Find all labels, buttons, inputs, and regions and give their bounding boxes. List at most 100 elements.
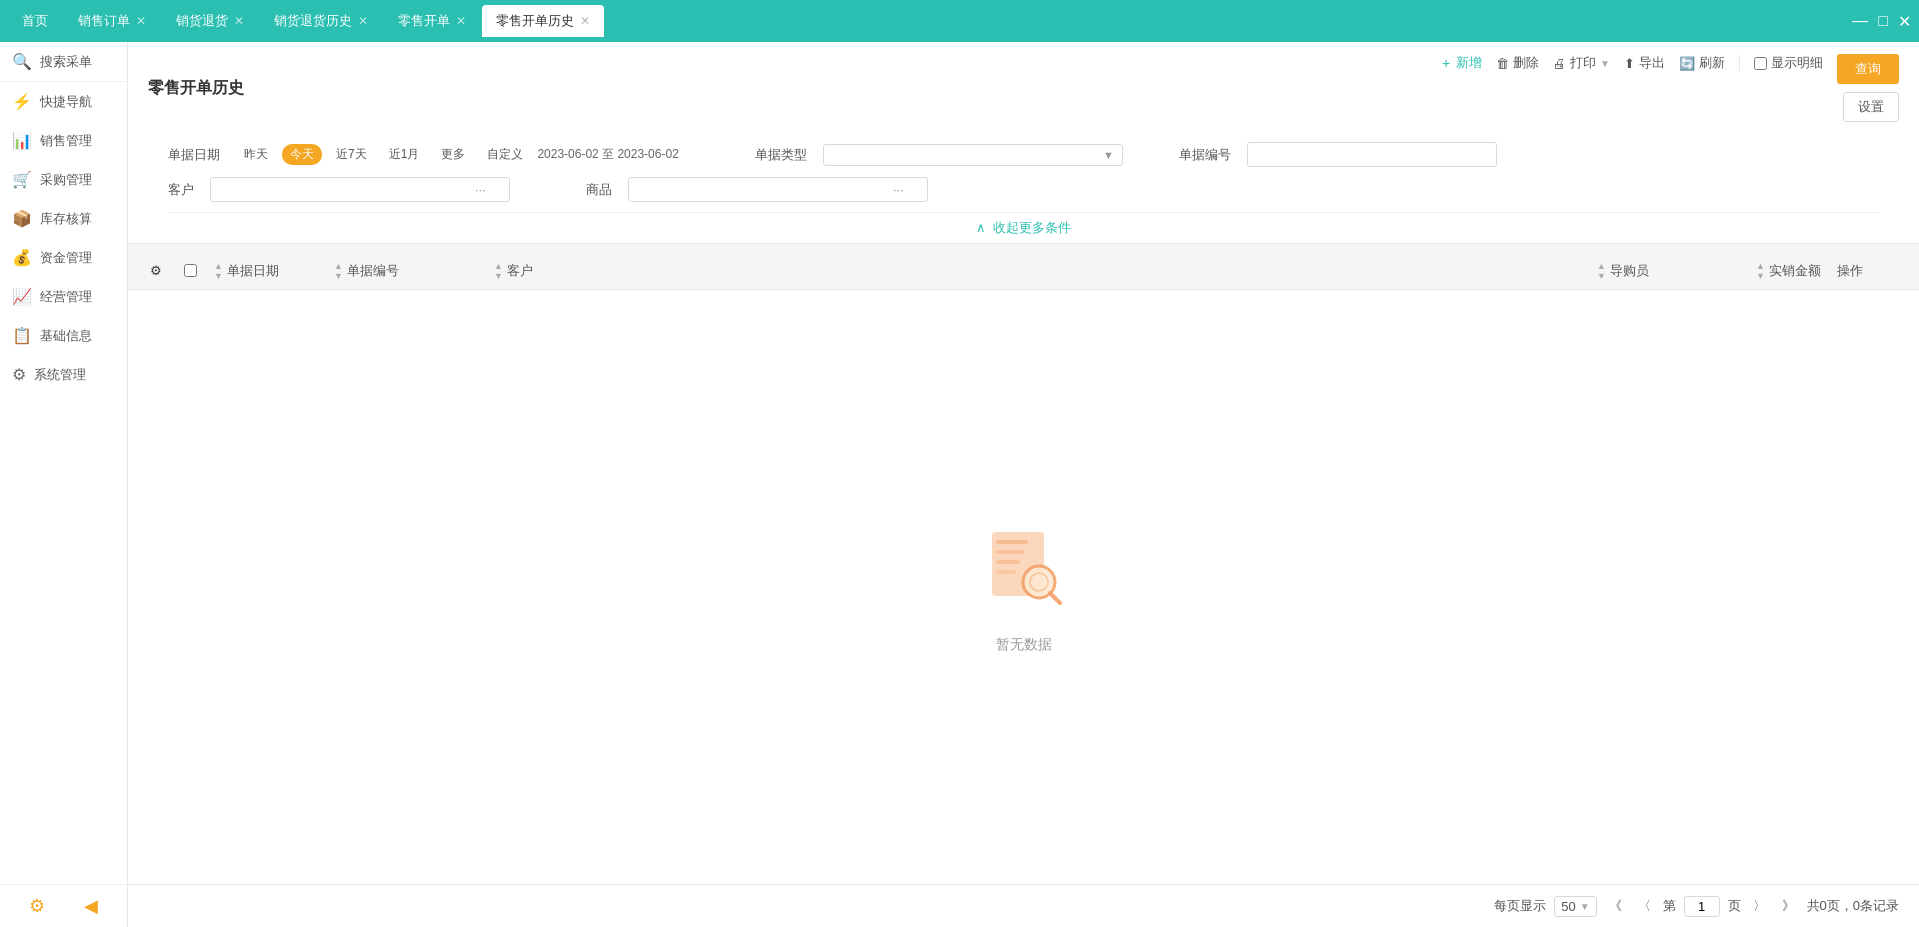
th-guide[interactable]: ▲▼ 导购员 [1589, 261, 1709, 281]
th-settings[interactable]: ⚙ [138, 263, 174, 278]
sidebar-item-inventory[interactable]: 📦 库存核算 [0, 199, 127, 238]
refresh-button[interactable]: 🔄 刷新 [1679, 54, 1725, 72]
lightning-icon: ⚡ [12, 92, 32, 111]
tab-sales-return-history-label: 销货退货历史 [274, 12, 352, 30]
tab-home[interactable]: 首页 [8, 5, 62, 37]
svg-rect-4 [996, 570, 1016, 574]
prev-page-btn[interactable]: 〈 [1634, 895, 1655, 917]
collapse-more[interactable]: ∧ 收起更多条件 [168, 212, 1879, 243]
page-di-label: 第 [1663, 897, 1676, 915]
display-detail-label[interactable]: 显示明细 [1754, 54, 1823, 72]
add-label: 新增 [1456, 54, 1482, 72]
tab-sales-return-history-close[interactable]: ✕ [358, 15, 368, 27]
tab-home-label: 首页 [22, 12, 48, 30]
tab-retail-open-history-label: 零售开单历史 [496, 12, 574, 30]
operations-icon: 📈 [12, 287, 32, 306]
svg-rect-1 [996, 540, 1028, 544]
maximize-btn[interactable]: □ [1878, 12, 1888, 31]
date-btn-more[interactable]: 更多 [433, 144, 473, 165]
last-page-btn[interactable]: 》 [1778, 895, 1799, 917]
th-number[interactable]: ▲▼ 单据编号 [326, 261, 486, 281]
toolbar-divider [1739, 55, 1740, 71]
delete-button[interactable]: 🗑 删除 [1496, 54, 1539, 72]
tab-retail-open[interactable]: 零售开单 ✕ [384, 5, 480, 37]
date-btn-today[interactable]: 今天 [282, 144, 322, 165]
sidebar: 🔍 搜索采单 ⚡ 快捷导航 📊 销售管理 🛒 采购管理 📦 库存核算 💰 资金管… [0, 42, 128, 927]
minimize-btn[interactable]: — [1852, 12, 1868, 31]
sidebar-item-system-mgmt[interactable]: ⚙ 系统管理 [0, 355, 127, 394]
query-button[interactable]: 查询 [1837, 54, 1899, 84]
customer-input[interactable] [211, 178, 471, 201]
print-button[interactable]: 🖨 打印 ▼ [1553, 54, 1610, 72]
toolbar: + 新增 🗑 删除 🖨 打印 ▼ ⬆ [1442, 54, 1823, 72]
th-check[interactable] [174, 264, 206, 277]
customer-dots[interactable]: ··· [471, 182, 490, 197]
tab-retail-open-history[interactable]: 零售开单历史 ✕ [482, 5, 604, 37]
sort-guide-icon: ▲▼ [1597, 261, 1606, 281]
tab-retail-open-history-close[interactable]: ✕ [580, 15, 590, 27]
setting-button[interactable]: 设置 [1843, 92, 1899, 122]
export-button[interactable]: ⬆ 导出 [1624, 54, 1665, 72]
column-settings-icon[interactable]: ⚙ [150, 263, 162, 278]
per-page-select[interactable]: 50 ▼ [1554, 896, 1596, 917]
tab-bar: 首页 销售订单 ✕ 销货退货 ✕ 销货退货历史 ✕ 零售开单 ✕ 零售开单历史 … [0, 0, 1919, 42]
bottom-collapse-icon[interactable]: ◀ [84, 895, 98, 917]
tab-sales-order-close[interactable]: ✕ [136, 15, 146, 27]
th-actions-label: 操作 [1837, 262, 1863, 280]
filter-dates: 昨天 今天 近7天 近1月 更多 自定义 2023-06-02 至 2023-0… [236, 144, 679, 165]
window-controls: — □ ✕ [1852, 12, 1911, 31]
tab-retail-open-close[interactable]: ✕ [456, 15, 466, 27]
box-icon: 📦 [12, 209, 32, 228]
sidebar-item-quick-nav-label: 快捷导航 [40, 93, 92, 111]
per-page-label: 每页显示 [1494, 897, 1546, 915]
th-customer[interactable]: ▲▼ 客户 [486, 261, 1589, 281]
add-button[interactable]: + 新增 [1442, 54, 1482, 72]
clipboard-icon: 📋 [12, 326, 32, 345]
display-detail-text: 显示明细 [1771, 54, 1823, 72]
type-select[interactable]: ▼ [823, 144, 1123, 166]
bottom-settings-icon[interactable]: ⚙ [29, 895, 45, 917]
sidebar-item-sales-mgmt[interactable]: 📊 销售管理 [0, 121, 127, 160]
product-input[interactable] [629, 178, 889, 201]
tab-sales-return-history[interactable]: 销货退货历史 ✕ [260, 5, 382, 37]
chart-icon: 📊 [12, 131, 32, 150]
page-label: 页 [1728, 897, 1741, 915]
sidebar-item-finance[interactable]: 💰 资金管理 [0, 238, 127, 277]
close-btn[interactable]: ✕ [1898, 12, 1911, 31]
first-page-btn[interactable]: 《 [1605, 895, 1626, 917]
refresh-icon: 🔄 [1679, 56, 1695, 71]
number-input[interactable] [1247, 142, 1497, 167]
th-amount[interactable]: ▲▼ 实销金额 [1709, 261, 1829, 281]
cart-icon: 🛒 [12, 170, 32, 189]
add-icon: + [1442, 55, 1450, 71]
per-page-value: 50 [1561, 899, 1575, 914]
th-date[interactable]: ▲▼ 单据日期 [206, 261, 326, 281]
select-all-checkbox[interactable] [184, 264, 197, 277]
tab-sales-order[interactable]: 销售订单 ✕ [64, 5, 160, 37]
money-icon: 💰 [12, 248, 32, 267]
page-input[interactable] [1684, 896, 1720, 917]
pagination: 每页显示 50 ▼ 《 〈 第 页 〉 》 共0页，0条记录 [128, 884, 1919, 927]
sidebar-item-quick-nav[interactable]: ⚡ 快捷导航 [0, 82, 127, 121]
tab-sales-return[interactable]: 销货退货 ✕ [162, 5, 258, 37]
sidebar-item-operations[interactable]: 📈 经营管理 [0, 277, 127, 316]
product-dots[interactable]: ··· [889, 182, 908, 197]
sidebar-item-baseinfo-label: 基础信息 [40, 327, 92, 345]
sidebar-item-base-info[interactable]: 📋 基础信息 [0, 316, 127, 355]
sidebar-item-system-label: 系统管理 [34, 366, 86, 384]
date-btn-yesterday[interactable]: 昨天 [236, 144, 276, 165]
sidebar-item-purchase-mgmt[interactable]: 🛒 采购管理 [0, 160, 127, 199]
tab-sales-return-close[interactable]: ✕ [234, 15, 244, 27]
sort-asc-icon: ▲▼ [214, 261, 223, 281]
per-page-dropdown-icon: ▼ [1580, 901, 1590, 912]
export-icon: ⬆ [1624, 56, 1635, 71]
type-select-arrow: ▼ [1103, 149, 1114, 161]
th-guide-label: 导购员 [1610, 262, 1649, 280]
date-btn-1month[interactable]: 近1月 [381, 144, 428, 165]
date-btn-custom[interactable]: 自定义 [479, 144, 531, 165]
next-page-btn[interactable]: 〉 [1749, 895, 1770, 917]
display-detail-checkbox[interactable] [1754, 57, 1767, 70]
sidebar-search[interactable]: 🔍 搜索采单 [0, 42, 127, 82]
filter-area: 单据日期 昨天 今天 近7天 近1月 更多 自定义 2023-06-02 至 2… [148, 132, 1899, 243]
date-btn-7days[interactable]: 近7天 [328, 144, 375, 165]
